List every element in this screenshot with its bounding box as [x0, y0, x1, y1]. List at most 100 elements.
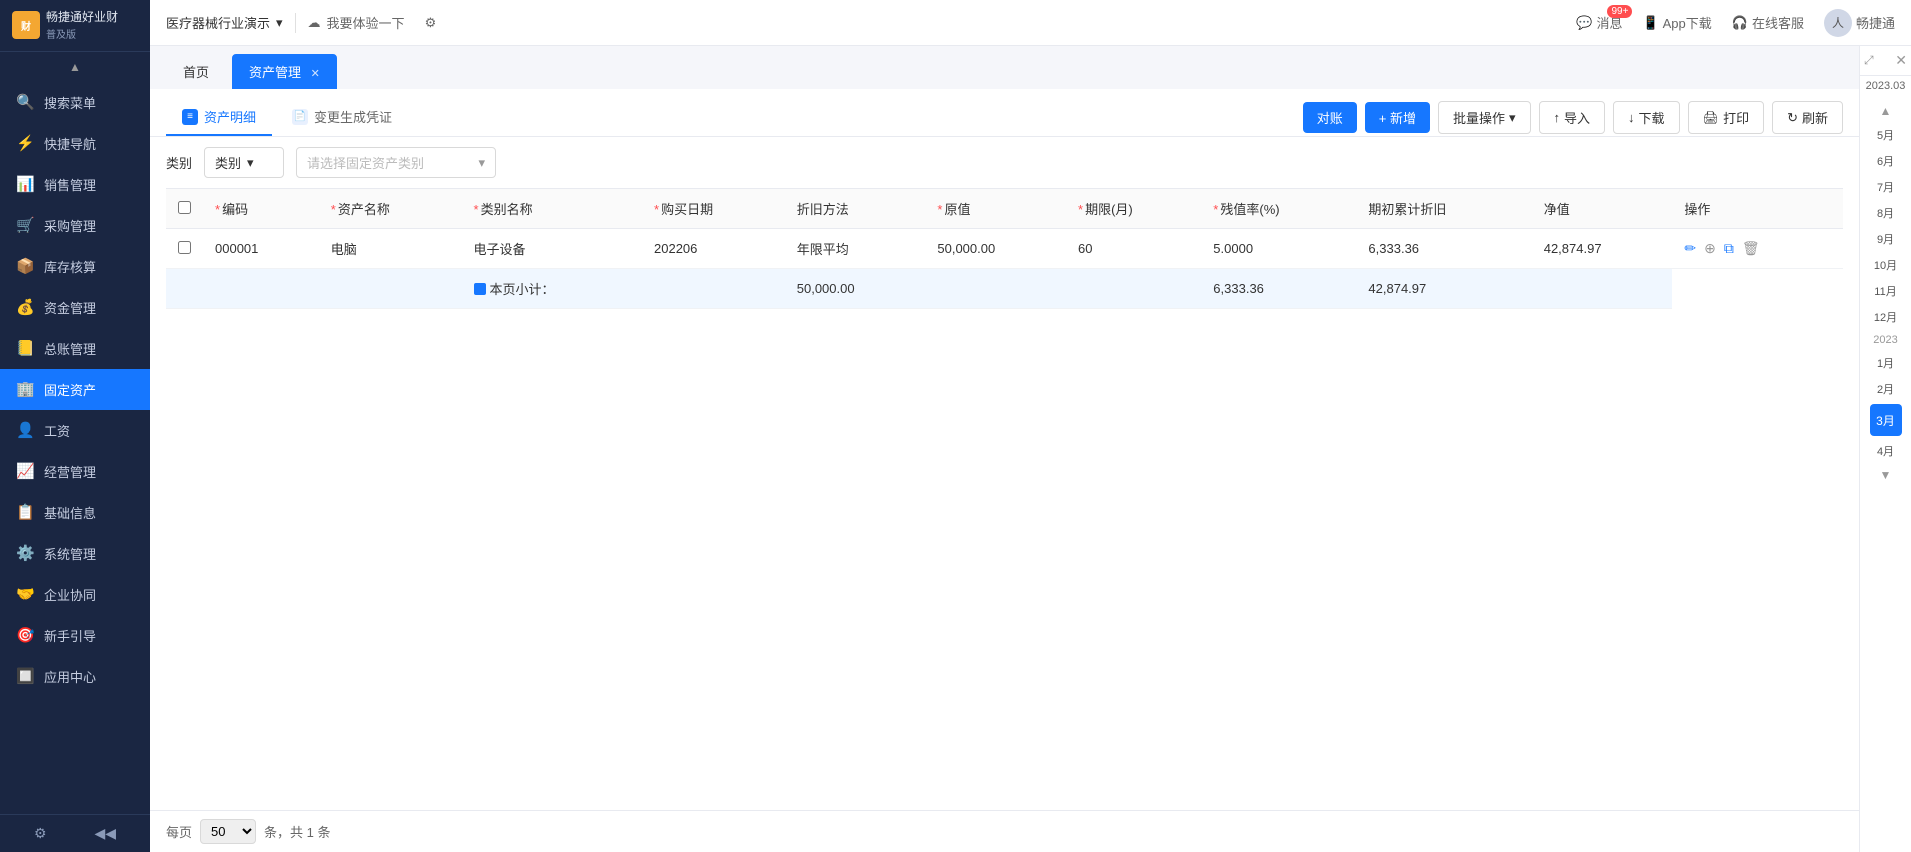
- sidebar-scroll-up[interactable]: ▲: [65, 56, 85, 78]
- subtab-asset-detail[interactable]: ≡ 资产明细: [166, 99, 272, 136]
- download-icon: 📱: [1642, 15, 1658, 31]
- new-button[interactable]: + 新增: [1365, 102, 1430, 133]
- edit-icon[interactable]: ✏: [1684, 240, 1696, 257]
- change-voucher-icon: 📄: [292, 109, 308, 125]
- sidebar-item-fixed-assets[interactable]: 🏢 固定资产: [0, 369, 150, 410]
- row-checkbox[interactable]: [178, 241, 191, 254]
- header-name: *资产名称: [319, 189, 462, 229]
- company-selector[interactable]: 医疗器械行业演示 ▾: [166, 13, 283, 32]
- per-page-select[interactable]: 50 100: [200, 819, 256, 844]
- sidebar-item-basic[interactable]: 📋 基础信息: [0, 492, 150, 533]
- sidebar-item-inventory[interactable]: 📦 库存核算: [0, 246, 150, 287]
- copy-icon[interactable]: ⊕: [1704, 240, 1716, 257]
- subtotal-accumulated-dep: 6,333.36: [1201, 269, 1356, 309]
- delete-icon[interactable]: 🗑: [1742, 240, 1760, 257]
- filter-bar: 类别 类别 ▾ 请选择固定资产类别 ▾: [150, 137, 1859, 188]
- month-item-9[interactable]: 9月: [1860, 226, 1911, 252]
- header-category: *类别名称: [462, 189, 642, 229]
- sidebar-item-salary[interactable]: 👤 工资: [0, 410, 150, 451]
- right-panel: ⤢ ✕ 2023.03 ▲ 5月 6月 7月 8月 9月 10月 11月 12月…: [1859, 46, 1911, 852]
- cell-purchase-date: 202206: [642, 229, 785, 269]
- tab-asset-mgmt-label: 资产管理: [249, 65, 301, 80]
- month-item-10[interactable]: 10月: [1860, 252, 1911, 278]
- month-item-2[interactable]: 2月: [1860, 376, 1911, 402]
- content-area: 首页 资产管理 ✕ ≡ 资产明细 📄 变更生成凭证: [150, 46, 1911, 852]
- sidebar-item-operation[interactable]: 📈 经营管理: [0, 451, 150, 492]
- months-scroll-up[interactable]: ▲: [1876, 100, 1896, 122]
- header-purchase-date: *购买日期: [642, 189, 785, 229]
- experience-button[interactable]: ☁ 我要体验一下: [308, 13, 405, 32]
- sidebar-item-capital[interactable]: 💰 资金管理: [0, 287, 150, 328]
- sidebar-item-ledger[interactable]: 📒 总账管理: [0, 328, 150, 369]
- sidebar-item-system[interactable]: ⚙️ 系统管理: [0, 533, 150, 574]
- refresh-icon: ↻: [1787, 110, 1798, 126]
- month-item-5[interactable]: 5月: [1860, 122, 1911, 148]
- app-download-button[interactable]: 📱 App下载: [1642, 13, 1711, 32]
- sidebar-item-label: 快捷导航: [44, 134, 96, 153]
- bottom-bar: 每页 50 100 条，共 1 条: [150, 810, 1859, 852]
- header-checkbox-cell: [166, 189, 203, 229]
- close-panel-icon[interactable]: ✕: [1895, 52, 1907, 69]
- logo-text-block: 畅捷通好业财 普及版: [46, 10, 118, 41]
- import-icon: ↑: [1554, 110, 1561, 125]
- month-item-4[interactable]: 4月: [1860, 438, 1911, 464]
- sidebar-item-guide[interactable]: 🎯 新手引导: [0, 615, 150, 656]
- sidebar-item-enterprise[interactable]: 🤝 企业协同: [0, 574, 150, 615]
- category-type-select[interactable]: 类别 ▾: [204, 147, 284, 178]
- reconcile-button[interactable]: 对账: [1303, 102, 1357, 133]
- month-item-1[interactable]: 1月: [1860, 350, 1911, 376]
- enterprise-icon: 🤝: [16, 585, 34, 603]
- messages-button[interactable]: 💬 消息 99+: [1576, 13, 1622, 32]
- subtab-actions: 对账 + 新增 批量操作 ▾ ↑ 导入 ↓ 下载: [1303, 101, 1843, 134]
- online-service-button[interactable]: 🎧 在线客服: [1732, 13, 1804, 32]
- settings-icon[interactable]: ⚙: [34, 825, 47, 842]
- message-icon: 💬: [1576, 15, 1592, 31]
- sidebar-item-label: 搜索菜单: [44, 93, 96, 112]
- import-button[interactable]: ↑ 导入: [1539, 101, 1606, 134]
- subtotal-label: 本页小计：: [490, 279, 555, 298]
- sidebar-item-appstore[interactable]: 🔲 应用中心: [0, 656, 150, 697]
- select-all-checkbox[interactable]: [178, 201, 191, 214]
- panel-year-label: 2023.03: [1866, 76, 1906, 96]
- refresh-button[interactable]: ↻ 刷新: [1772, 101, 1843, 134]
- row-checkbox-cell: [166, 229, 203, 269]
- experience-icon: ☁: [308, 15, 321, 31]
- basic-icon: 📋: [16, 503, 34, 521]
- month-item-6[interactable]: 6月: [1860, 148, 1911, 174]
- sidebar-item-label: 工资: [44, 421, 70, 440]
- subtotal-empty6: [1066, 269, 1201, 309]
- company-name: 医疗器械行业演示: [166, 13, 270, 32]
- category-value-select[interactable]: 请选择固定资产类别 ▾: [296, 147, 496, 178]
- sidebar-item-quicknav[interactable]: ⚡ 快捷导航: [0, 123, 150, 164]
- subtab-change-voucher[interactable]: 📄 变更生成凭证: [276, 99, 408, 136]
- logo-icon: 财: [12, 11, 40, 39]
- collapse-icon[interactable]: ◀◀: [94, 825, 116, 842]
- header-residual-rate: *残值率(%): [1201, 189, 1356, 229]
- month-item-7[interactable]: 7月: [1860, 174, 1911, 200]
- months-scroll-down[interactable]: ▼: [1876, 464, 1896, 486]
- cell-name: 电脑: [319, 229, 462, 269]
- clone-icon[interactable]: ⧉: [1724, 240, 1734, 257]
- tab-close-icon[interactable]: ✕: [311, 68, 320, 80]
- month-item-12[interactable]: 12月: [1860, 304, 1911, 330]
- tab-asset-mgmt[interactable]: 资产管理 ✕: [232, 54, 337, 89]
- sidebar-item-sales[interactable]: 📊 销售管理: [0, 164, 150, 205]
- chevron-down-icon: ▾: [478, 155, 485, 171]
- sidebar-item-search[interactable]: 🔍 搜索菜单: [0, 82, 150, 123]
- download-button[interactable]: ↓ 下载: [1613, 101, 1680, 134]
- tab-home[interactable]: 首页: [166, 54, 226, 89]
- batch-ops-button[interactable]: 批量操作 ▾: [1438, 101, 1531, 134]
- settings-gear[interactable]: ⚙: [425, 15, 437, 31]
- user-menu[interactable]: 人 畅捷通: [1824, 9, 1895, 37]
- expand-panel-icon[interactable]: ⤢: [1864, 53, 1874, 68]
- system-icon: ⚙️: [16, 544, 34, 562]
- header-accumulated-dep: 期初累计折旧: [1356, 189, 1531, 229]
- print-button[interactable]: 🖨 打印: [1688, 101, 1765, 134]
- month-item-3-current[interactable]: 3月: [1870, 404, 1902, 436]
- month-item-11[interactable]: 11月: [1860, 278, 1911, 304]
- sidebar-menu: 🔍 搜索菜单 ⚡ 快捷导航 📊 销售管理 🛒 采购管理 📦 库存核算 💰 资金管…: [0, 82, 150, 814]
- month-item-8[interactable]: 8月: [1860, 200, 1911, 226]
- sidebar-item-label: 新手引导: [44, 626, 96, 645]
- sidebar-item-purchase[interactable]: 🛒 采购管理: [0, 205, 150, 246]
- cell-period: 60: [1066, 229, 1201, 269]
